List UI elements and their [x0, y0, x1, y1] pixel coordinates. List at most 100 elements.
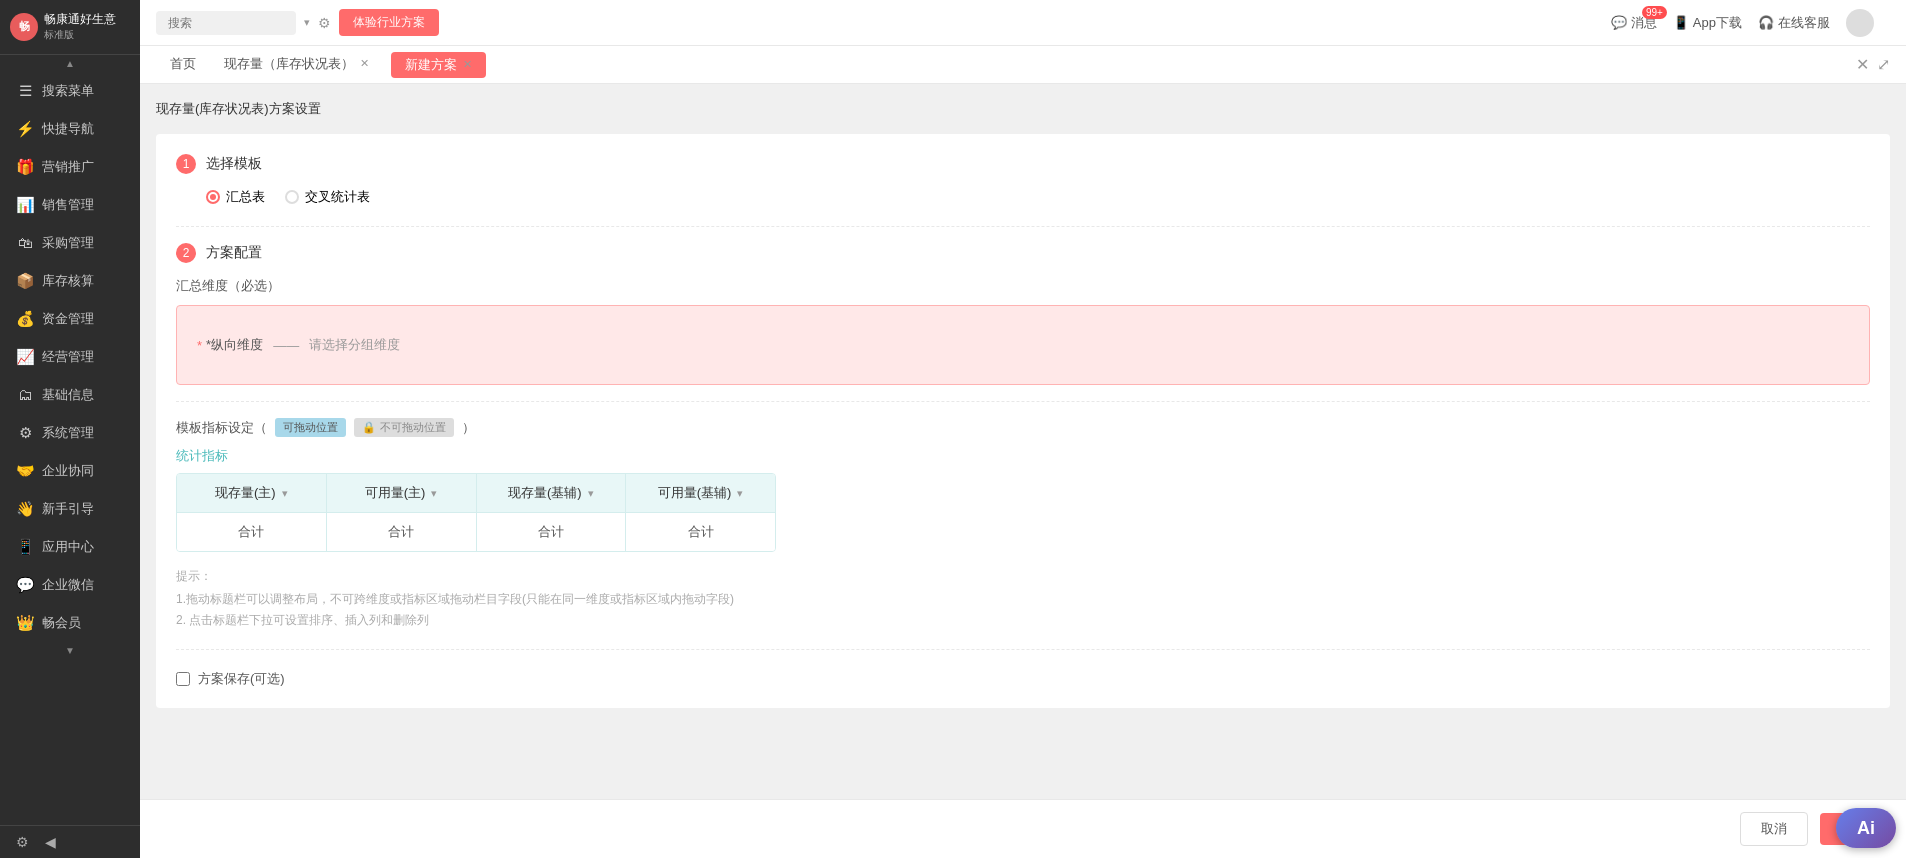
sidebar-logo: 畅 畅康通好生意 标准版: [0, 0, 140, 55]
sidebar-bottom: ⚙ ◀: [0, 825, 140, 858]
tab-close-all-icon[interactable]: ✕: [1856, 55, 1869, 74]
sidebar-item-label: 采购管理: [42, 234, 94, 252]
sidebar-item-enterprise-wechat[interactable]: 💬 企业微信: [0, 566, 140, 604]
sidebar-item-label: 销售管理: [42, 196, 94, 214]
basic-info-icon: 🗂: [16, 386, 34, 403]
col-header-label-1: 可用量(主): [365, 484, 426, 502]
step1-num: 1: [176, 154, 196, 174]
step1-section: 1 选择模板 汇总表 交叉统计表: [176, 154, 1870, 206]
tab-expand-icon[interactable]: ⤢: [1877, 55, 1890, 74]
col-header-arrow-2[interactable]: ▾: [588, 487, 594, 500]
tab-inventory-status[interactable]: 现存量（库存状况表） ✕: [210, 46, 383, 84]
settings-icon[interactable]: ⚙: [16, 834, 29, 850]
tip-item-0: 1.拖动标题栏可以调整布局，不可跨维度或指标区域拖动栏目字段(只能在同一维度或指…: [176, 591, 1870, 608]
member-icon: 👑: [16, 614, 34, 632]
radio-summary[interactable]: 汇总表: [206, 188, 265, 206]
stat-col-header-1[interactable]: 可用量(主) ▾: [327, 474, 477, 512]
sales-icon: 📊: [16, 196, 34, 214]
collapse-icon[interactable]: ◀: [45, 834, 56, 850]
tip-text-1: 2. 点击标题栏下拉可设置排序、插入列和删除列: [176, 612, 429, 629]
message-button[interactable]: 💬 消息 99+: [1611, 14, 1657, 32]
ai-badge[interactable]: Ai: [1836, 808, 1896, 848]
sidebar-item-label: 资金管理: [42, 310, 94, 328]
sidebar-item-system[interactable]: ⚙ 系统管理: [0, 414, 140, 452]
radio-summary-label: 汇总表: [226, 188, 265, 206]
stat-col-header-3[interactable]: 可用量(基辅) ▾: [626, 474, 775, 512]
sidebar-scroll-up[interactable]: ▲: [0, 55, 140, 72]
inventory-icon: 📦: [16, 272, 34, 290]
col-header-arrow-0[interactable]: ▾: [282, 487, 288, 500]
avatar[interactable]: [1846, 9, 1874, 37]
sidebar-item-search-menu[interactable]: ☰ 搜索菜单: [0, 72, 140, 110]
step2-header: 2 方案配置: [176, 243, 1870, 263]
new-guide-icon: 👋: [16, 500, 34, 518]
sidebar-item-quick-nav[interactable]: ⚡ 快捷导航: [0, 110, 140, 148]
save-scheme-checkbox[interactable]: [176, 672, 190, 686]
lock-icon: 🔒: [362, 421, 376, 434]
sidebar-item-sales[interactable]: 📊 销售管理: [0, 186, 140, 224]
sidebar-item-label: 畅会员: [42, 614, 81, 632]
template-options: 汇总表 交叉统计表: [206, 188, 1870, 206]
sidebar-item-inventory[interactable]: 📦 库存核算: [0, 262, 140, 300]
topbar-left: ▾ ⚙ 体验行业方案: [156, 9, 1603, 36]
cancel-button[interactable]: 取消: [1740, 812, 1808, 846]
online-service-button[interactable]: 🎧 在线客服: [1758, 14, 1830, 32]
stat-col-header-2[interactable]: 现存量(基辅) ▾: [477, 474, 627, 512]
sidebar-item-app-center[interactable]: 📱 应用中心: [0, 528, 140, 566]
enterprise-icon: 🤝: [16, 462, 34, 480]
stat-table-header: 现存量(主) ▾ 可用量(主) ▾ 现存量(基辅) ▾: [177, 474, 775, 512]
topbar-gear-icon[interactable]: ⚙: [318, 15, 331, 31]
sidebar-item-new-guide[interactable]: 👋 新手引导: [0, 490, 140, 528]
footer-bar: 取消 查询: [140, 799, 1906, 858]
tab-inventory-label: 现存量（库存状况表）: [224, 55, 354, 73]
step2-num: 2: [176, 243, 196, 263]
radio-summary-dot: [206, 190, 220, 204]
stat-col-cell-0: 合计: [177, 513, 327, 551]
sidebar-item-enterprise[interactable]: 🤝 企业协同: [0, 452, 140, 490]
sidebar-item-label: 营销推广: [42, 158, 94, 176]
sidebar-item-purchase[interactable]: 🛍 采购管理: [0, 224, 140, 262]
message-badge: 99+: [1642, 6, 1667, 19]
step1-header: 1 选择模板: [176, 154, 1870, 174]
stat-col-header-0[interactable]: 现存量(主) ▾: [177, 474, 327, 512]
tab-new-scheme-label: 新建方案: [405, 56, 457, 74]
indicator-settings: 模板指标设定（ 可拖动位置 🔒 不可拖动位置 ） 统计指标 现存量: [176, 418, 1870, 552]
tabs-bar: 首页 现存量（库存状况表） ✕ 新建方案 ✕ ✕ ⤢: [140, 46, 1906, 84]
col-header-arrow-3[interactable]: ▾: [737, 487, 743, 500]
dropdown-arrow-icon[interactable]: ▾: [304, 16, 310, 29]
col-header-arrow-1[interactable]: ▾: [431, 487, 437, 500]
sidebar-item-label: 快捷导航: [42, 120, 94, 138]
dim-section-label: 汇总维度（必选）: [176, 277, 1870, 295]
logo-icon: 畅: [10, 13, 38, 41]
tab-inventory-close-icon[interactable]: ✕: [360, 57, 369, 70]
sidebar-item-finance[interactable]: 💰 资金管理: [0, 300, 140, 338]
tab-home[interactable]: 首页: [156, 46, 210, 84]
sidebar-scroll-down[interactable]: ▼: [0, 642, 140, 659]
stat-table-row: 合计 合计 合计 合计: [177, 512, 775, 551]
tab-new-scheme-close-icon[interactable]: ✕: [463, 58, 472, 71]
sidebar-item-basic-info[interactable]: 🗂 基础信息: [0, 376, 140, 414]
dim-placeholder[interactable]: 请选择分组维度: [309, 336, 400, 354]
sidebar-item-member[interactable]: 👑 畅会员: [0, 604, 140, 642]
app-download-button[interactable]: 📱 App下载: [1673, 14, 1742, 32]
sidebar-item-label: 库存核算: [42, 272, 94, 290]
non-draggable-label: 不可拖动位置: [380, 420, 446, 435]
tab-new-scheme[interactable]: 新建方案 ✕: [391, 52, 486, 78]
sidebar-item-marketing[interactable]: 🎁 营销推广: [0, 148, 140, 186]
logo-text-block: 畅康通好生意 标准版: [44, 12, 116, 42]
page-title: 现存量(库存状况表)方案设置: [156, 100, 1890, 118]
operation-icon: 📈: [16, 348, 34, 366]
search-input[interactable]: [156, 11, 296, 35]
stat-table: 现存量(主) ▾ 可用量(主) ▾ 现存量(基辅) ▾: [176, 473, 776, 552]
radio-cross-dot: [285, 190, 299, 204]
sidebar-item-operation[interactable]: 📈 经营管理: [0, 338, 140, 376]
radio-cross[interactable]: 交叉统计表: [285, 188, 370, 206]
dim-required-mark: *: [197, 338, 202, 353]
tip-item-1: 2. 点击标题栏下拉可设置排序、插入列和删除列: [176, 612, 1870, 629]
app-name: 畅康通好生意: [44, 12, 116, 28]
save-scheme-label: 方案保存(可选): [198, 670, 285, 688]
sidebar-item-label: 系统管理: [42, 424, 94, 442]
trial-industry-button[interactable]: 体验行业方案: [339, 9, 439, 36]
stat-col-cell-1: 合计: [327, 513, 477, 551]
col-header-label-0: 现存量(主): [215, 484, 276, 502]
